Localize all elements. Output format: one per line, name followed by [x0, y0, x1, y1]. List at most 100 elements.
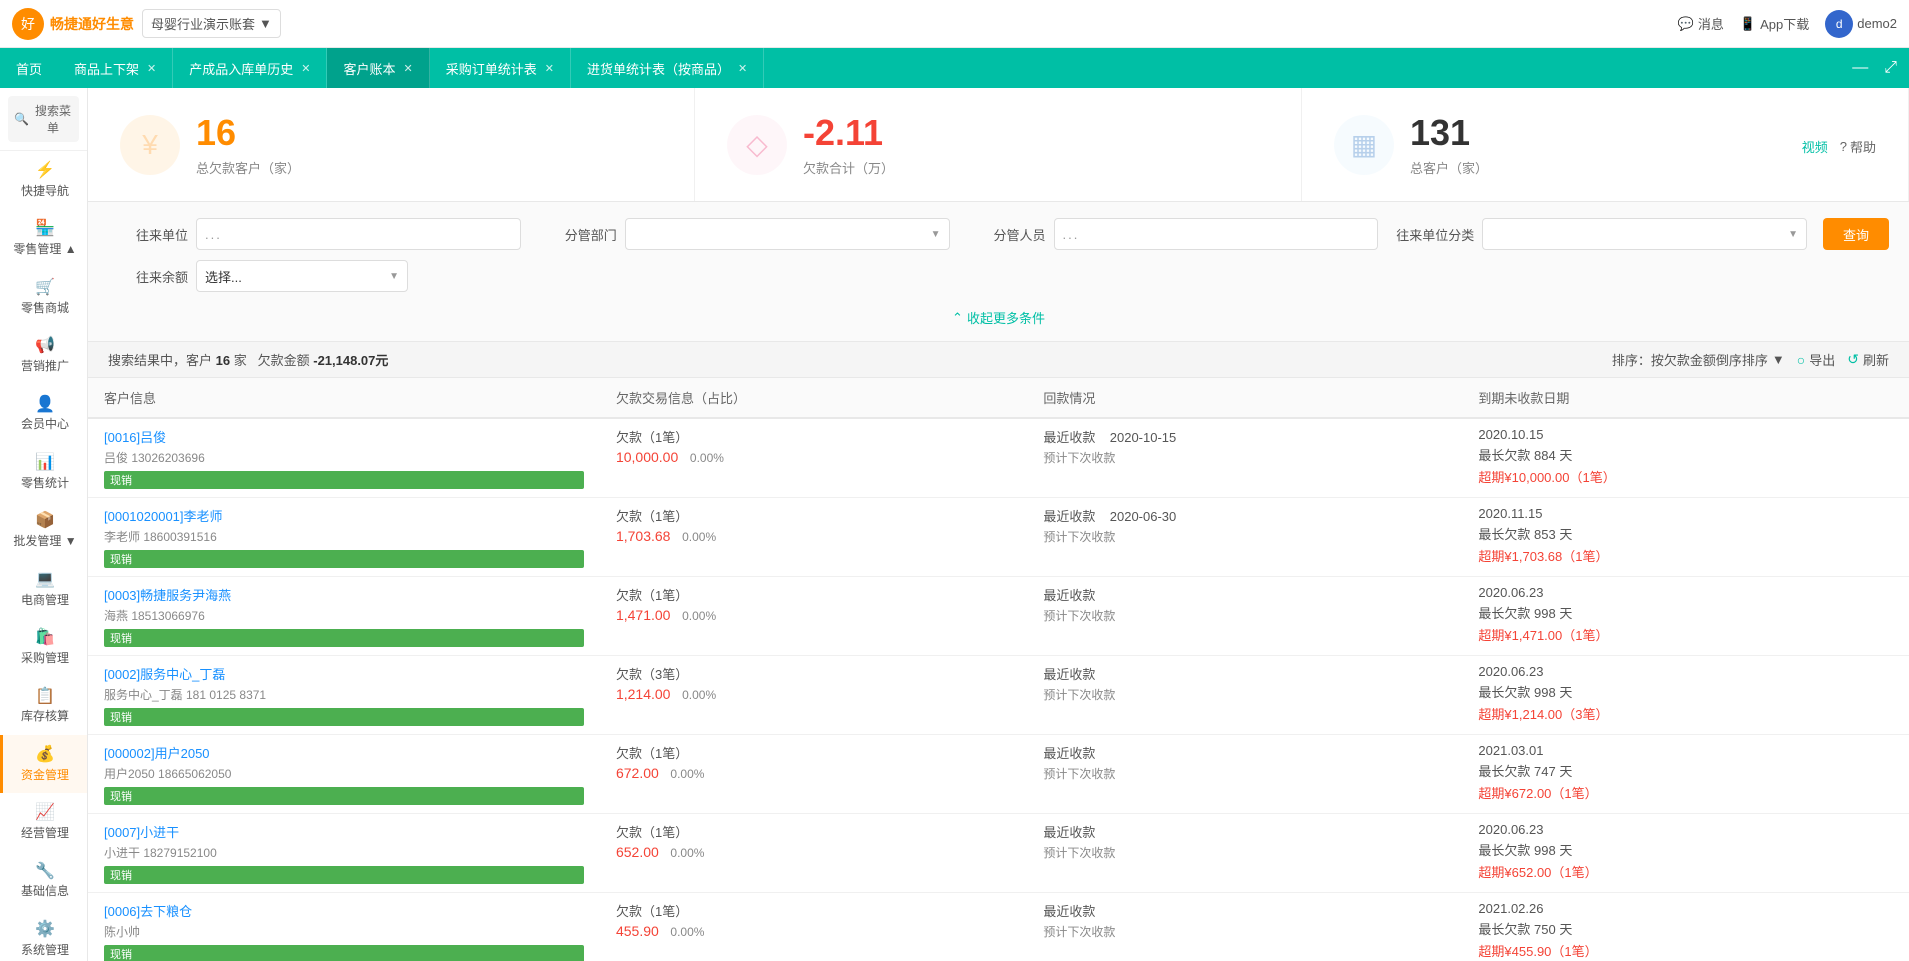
sidebar-item-system[interactable]: ⚙️ 系统管理: [0, 910, 87, 961]
filter-item-partner: 往来单位 ...: [108, 218, 521, 250]
export-button[interactable]: ○ 导出: [1797, 350, 1835, 369]
tab-purchase-stats[interactable]: 采购订单统计表 ✕: [430, 48, 571, 88]
debt-amount-4[interactable]: 672.00: [616, 765, 659, 781]
sidebar-item-purchase[interactable]: 🛍️ 采购管理: [0, 618, 87, 676]
nav-tabs: 首页 商品上下架 ✕ 产成品入库单历史 ✕ 客户账本 ✕ 采购订单统计表 ✕ 进…: [0, 48, 1909, 88]
filter-input-category[interactable]: ▼: [1482, 218, 1807, 250]
close-icon[interactable]: ✕: [147, 62, 156, 75]
overdue-amount-link-3[interactable]: 超期¥1,214.00（3笔）: [1478, 704, 1893, 723]
query-button[interactable]: 查询: [1823, 218, 1889, 250]
customer-contact-0: 吕俊 13026203696: [104, 449, 584, 466]
cell-overdue-5: 2020.06.23 最长欠款 998 天 超期¥652.00（1笔）: [1462, 814, 1909, 893]
customer-name-5[interactable]: [0007]小进干: [104, 822, 584, 841]
sidebar: 🔍 搜索菜单 ⚡ 快捷导航 🏪 零售管理 ▲ 🛒 零售商城 📢 营销推广: [0, 88, 88, 961]
tab-customer-account[interactable]: 客户账本 ✕: [327, 48, 429, 88]
sidebar-item-operations[interactable]: 📈 经营管理: [0, 793, 87, 851]
sort-selector[interactable]: 排序：按欠款金额倒序排序 ▼: [1612, 350, 1785, 369]
overdue-due-date-1: 2020.11.15: [1478, 506, 1893, 521]
debt-percent-4: 0.00%: [670, 767, 704, 781]
help-link[interactable]: ? 帮助: [1840, 137, 1876, 156]
sidebar-item-marketing-label: 营销推广: [21, 359, 69, 375]
debt-percent-0: 0.00%: [690, 451, 724, 465]
customer-name-3[interactable]: [0002]服务中心_丁磊: [104, 664, 584, 683]
sidebar-item-inventory[interactable]: 📋 库存核算: [0, 677, 87, 735]
overdue-amount-link-1[interactable]: 超期¥1,703.68（1笔）: [1478, 546, 1893, 565]
stat-value-debt-customers: 16: [196, 112, 300, 154]
sidebar-item-retail-stats[interactable]: 📊 零售统计: [0, 443, 87, 501]
debt-amount-6[interactable]: 455.90: [616, 923, 659, 939]
debt-percent-3: 0.00%: [682, 688, 716, 702]
sidebar-item-ecommerce[interactable]: 💻 电商管理: [0, 560, 87, 618]
table-row: [0016]吕俊 吕俊 13026203696 现销 欠款（1笔） 10,000…: [88, 418, 1909, 498]
customer-name-2[interactable]: [0003]畅捷服务尹海燕: [104, 585, 584, 604]
cell-debt-1: 欠款（1笔） 1,703.68 0.00%: [600, 498, 1027, 577]
close-icon[interactable]: ✕: [301, 62, 310, 75]
close-icon[interactable]: ✕: [545, 62, 554, 75]
next-repay-label-3: 预计下次收款: [1043, 686, 1446, 703]
sort-arrow-icon: ▼: [1772, 352, 1785, 367]
sidebar-item-finance[interactable]: 💰 资金管理: [0, 735, 87, 793]
sidebar-item-quick-nav[interactable]: ⚡ 快捷导航: [0, 151, 87, 209]
overdue-amount-link-4[interactable]: 超期¥672.00（1笔）: [1478, 783, 1893, 802]
overdue-info-2: 2020.06.23 最长欠款 998 天 超期¥1,471.00（1笔）: [1478, 585, 1893, 644]
sidebar-item-retail-mall[interactable]: 🛒 零售商城: [0, 268, 87, 326]
repay-info-1: 最近收款 2020-06-30 预计下次收款: [1043, 506, 1446, 545]
overdue-amount-link-5[interactable]: 超期¥652.00（1笔）: [1478, 862, 1893, 881]
debt-amount-1[interactable]: 1,703.68: [616, 528, 671, 544]
cell-debt-4: 欠款（1笔） 672.00 0.00%: [600, 735, 1027, 814]
sidebar-item-retail-mgmt[interactable]: 🏪 零售管理 ▲: [0, 209, 87, 267]
video-link[interactable]: 视频: [1802, 137, 1828, 156]
nav-minimize-btn[interactable]: —: [1848, 55, 1872, 81]
sidebar-item-basic-info[interactable]: 🔧 基础信息: [0, 852, 87, 910]
sidebar-item-member[interactable]: 👤 会员中心: [0, 385, 87, 443]
col-header-customer: 客户信息: [88, 378, 600, 418]
debt-amount-0[interactable]: 10,000.00: [616, 449, 678, 465]
tab-home[interactable]: 首页: [0, 48, 58, 88]
filter-input-balance[interactable]: 选择... ▼: [196, 260, 408, 292]
overdue-amount-link-2[interactable]: 超期¥1,471.00（1笔）: [1478, 625, 1893, 644]
message-action[interactable]: 💬 消息: [1678, 14, 1724, 33]
nav-maximize-btn[interactable]: ⤢: [1880, 55, 1901, 81]
overdue-info-3: 2020.06.23 最长欠款 998 天 超期¥1,214.00（3笔）: [1478, 664, 1893, 723]
customer-name-0[interactable]: [0016]吕俊: [104, 427, 584, 446]
repay-label-2: 最近收款: [1043, 585, 1446, 604]
customer-contact-2: 海燕 18513066976: [104, 607, 584, 624]
tab-product-shelf[interactable]: 商品上下架 ✕: [58, 48, 173, 88]
cell-overdue-3: 2020.06.23 最长欠款 998 天 超期¥1,214.00（3笔）: [1462, 656, 1909, 735]
sidebar-item-wholesale[interactable]: 📦 批发管理 ▼: [0, 501, 87, 559]
company-select[interactable]: 母婴行业演示账套 ▼: [142, 9, 281, 38]
app-download-action[interactable]: 📱 App下载: [1740, 14, 1809, 33]
balance-placeholder: 选择...: [205, 267, 242, 286]
results-info: 搜索结果中，客户 16 家 欠款金额 -21,148.07元: [108, 350, 388, 369]
overdue-amount-link-0[interactable]: 超期¥10,000.00（1笔）: [1478, 467, 1893, 486]
tab-import-stats[interactable]: 进货单统计表（按商品） ✕: [571, 48, 764, 88]
overdue-due-date-6: 2021.02.26: [1478, 901, 1893, 916]
debt-amount-5[interactable]: 652.00: [616, 844, 659, 860]
debt-amount-2[interactable]: 1,471.00: [616, 607, 671, 623]
sort-label: 排序：按欠款金额倒序排序: [1612, 350, 1768, 369]
results-bar: 搜索结果中，客户 16 家 欠款金额 -21,148.07元 排序：按欠款金额倒…: [88, 342, 1909, 378]
filter-collapse-button[interactable]: ⌃ 收起更多条件: [108, 302, 1889, 333]
message-label: 消息: [1698, 14, 1724, 33]
repay-label-6: 最近收款: [1043, 901, 1446, 920]
overdue-due-date-0: 2020.10.15: [1478, 427, 1893, 442]
cell-customer-2: [0003]畅捷服务尹海燕 海燕 18513066976 现销: [88, 577, 600, 656]
overdue-amount-link-6[interactable]: 超期¥455.90（1笔）: [1478, 941, 1893, 960]
refresh-button[interactable]: ↺ 刷新: [1847, 350, 1889, 369]
user-profile[interactable]: d demo2: [1825, 10, 1897, 38]
tab-stock-history[interactable]: 产成品入库单历史 ✕: [173, 48, 327, 88]
customer-name-4[interactable]: [000002]用户2050: [104, 743, 584, 762]
results-debt-value: -21,148.07元: [313, 353, 388, 368]
sidebar-item-marketing[interactable]: 📢 营销推广: [0, 326, 87, 384]
filter-input-dept[interactable]: ▼: [625, 218, 950, 250]
repay-info-6: 最近收款 预计下次收款: [1043, 901, 1446, 940]
customer-name-1[interactable]: [0001020001]李老师: [104, 506, 584, 525]
filter-input-person[interactable]: ...: [1054, 218, 1379, 250]
close-icon[interactable]: ✕: [404, 62, 413, 75]
sidebar-search-button[interactable]: 🔍 搜索菜单: [8, 96, 79, 142]
close-icon[interactable]: ✕: [738, 62, 747, 75]
filter-input-partner[interactable]: ...: [196, 218, 521, 250]
customer-name-6[interactable]: [0006]去下粮仓: [104, 901, 584, 920]
customer-info-1: [0001020001]李老师 李老师 18600391516 现销: [104, 506, 584, 568]
debt-amount-3[interactable]: 1,214.00: [616, 686, 671, 702]
